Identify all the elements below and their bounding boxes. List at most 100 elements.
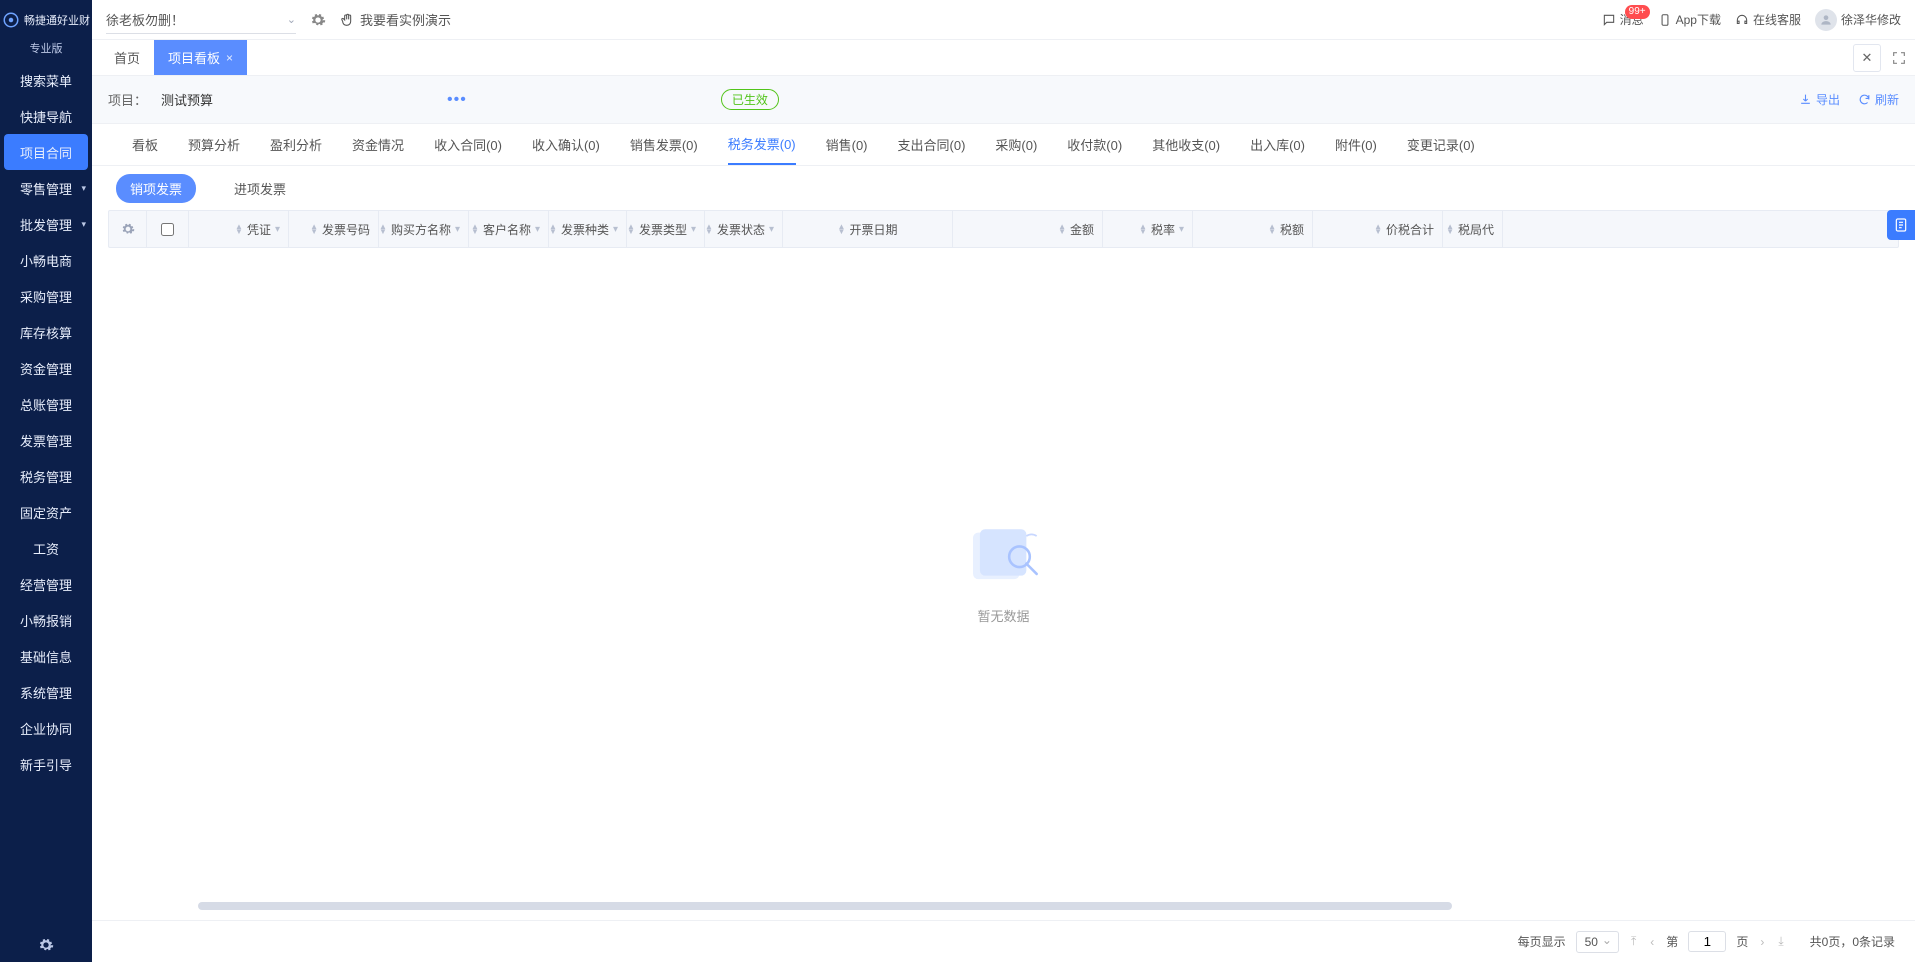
detail-tab-12[interactable]: 其他收支(0)	[1152, 125, 1220, 164]
user-menu[interactable]: 徐泽华修改	[1815, 9, 1901, 31]
fullscreen-button[interactable]	[1891, 50, 1907, 66]
sidebar-item-18[interactable]: 企业协同	[0, 710, 92, 746]
org-settings-button[interactable]	[310, 12, 326, 28]
detail-tab-5[interactable]: 收入确认(0)	[532, 125, 600, 164]
refresh-button[interactable]: 刷新	[1858, 91, 1899, 108]
sidebar-item-15[interactable]: 小畅报销	[0, 602, 92, 638]
select-all-checkbox[interactable]	[161, 223, 174, 236]
sub-tab-0[interactable]: 销项发票	[116, 174, 196, 203]
sidebar-item-6[interactable]: 采购管理	[0, 278, 92, 314]
app-download-button[interactable]: App下载	[1658, 11, 1721, 28]
column-header-5[interactable]: ▲▼发票类型▾	[627, 211, 705, 247]
page-input[interactable]	[1688, 931, 1726, 952]
column-header-0[interactable]: ▲▼凭证▾	[189, 211, 289, 247]
sort-icon[interactable]: ▲▼	[549, 224, 557, 234]
detail-tab-11[interactable]: 收付款(0)	[1067, 125, 1122, 164]
detail-tab-1[interactable]: 预算分析	[188, 125, 240, 164]
sidebar-item-16[interactable]: 基础信息	[0, 638, 92, 674]
sidebar-item-8[interactable]: 资金管理	[0, 350, 92, 386]
column-header-3[interactable]: ▲▼客户名称▾	[469, 211, 549, 247]
project-more-button[interactable]: •••	[227, 91, 707, 109]
filter-icon[interactable]: ▾	[1179, 224, 1184, 235]
workspace-tab-0[interactable]: 首页	[100, 40, 154, 75]
column-header-2[interactable]: ▲▼购买方名称▾	[379, 211, 469, 247]
last-page-button[interactable]: ⤓	[1776, 934, 1785, 949]
horizontal-scrollbar[interactable]	[108, 900, 1899, 912]
column-settings-button[interactable]	[109, 211, 147, 247]
detail-tab-14[interactable]: 附件(0)	[1335, 125, 1377, 164]
filter-icon[interactable]: ▾	[455, 224, 460, 235]
close-icon[interactable]: ×	[226, 51, 233, 65]
detail-tab-2[interactable]: 盈利分析	[270, 125, 322, 164]
messages-button[interactable]: 消息 99+	[1602, 11, 1644, 28]
detail-tab-3[interactable]: 资金情况	[352, 125, 404, 164]
close-all-tabs-button[interactable]: ✕	[1853, 44, 1881, 72]
filter-icon[interactable]: ▾	[691, 224, 696, 235]
detail-tab-4[interactable]: 收入合同(0)	[434, 125, 502, 164]
sidebar-settings-button[interactable]	[0, 928, 92, 962]
sort-icon[interactable]: ▲▼	[379, 224, 387, 234]
demo-link[interactable]: 我要看实例演示	[340, 10, 451, 29]
next-page-button[interactable]: ›	[1758, 935, 1766, 949]
export-button[interactable]: 导出	[1799, 91, 1840, 108]
detail-tab-13[interactable]: 出入库(0)	[1250, 125, 1305, 164]
first-page-button[interactable]: ⤒	[1629, 934, 1638, 949]
sidebar-item-3[interactable]: 零售管理▾	[0, 170, 92, 206]
column-header-8[interactable]: ▲▼金额	[953, 211, 1103, 247]
brand-logo[interactable]: 畅捷通好业财	[0, 0, 92, 40]
sort-icon[interactable]: ▲▼	[310, 224, 318, 234]
sort-icon[interactable]: ▲▼	[627, 224, 635, 234]
org-selector[interactable]: 徐老板勿删！ ⌄	[106, 6, 296, 34]
chevron-down-icon: ▾	[81, 183, 86, 194]
sub-tab-1[interactable]: 进项发票	[220, 174, 300, 203]
sidebar-item-19[interactable]: 新手引导	[0, 746, 92, 782]
sidebar-item-0[interactable]: 搜索菜单	[0, 62, 92, 98]
sidebar-item-10[interactable]: 发票管理	[0, 422, 92, 458]
detail-tab-7[interactable]: 税务发票(0)	[728, 124, 796, 165]
filter-icon[interactable]: ▾	[535, 224, 540, 235]
column-header-10[interactable]: ▲▼税额	[1193, 211, 1313, 247]
sort-icon[interactable]: ▲▼	[1058, 224, 1066, 234]
sort-icon[interactable]: ▲▼	[471, 224, 479, 234]
column-header-4[interactable]: ▲▼发票种类▾	[549, 211, 627, 247]
sort-icon[interactable]: ▲▼	[235, 224, 243, 234]
column-header-6[interactable]: ▲▼发票状态▾	[705, 211, 783, 247]
detail-tab-10[interactable]: 采购(0)	[995, 125, 1037, 164]
sidebar-item-17[interactable]: 系统管理	[0, 674, 92, 710]
sidebar-item-7[interactable]: 库存核算	[0, 314, 92, 350]
sidebar-item-2[interactable]: 项目合同	[4, 134, 88, 170]
sidebar-item-13[interactable]: 工资	[0, 530, 92, 566]
column-header-12[interactable]: ▲▼税局代	[1443, 211, 1503, 247]
sidebar-item-14[interactable]: 经营管理	[0, 566, 92, 602]
detail-tab-9[interactable]: 支出合同(0)	[898, 125, 966, 164]
sidebar-item-5[interactable]: 小畅电商	[0, 242, 92, 278]
scrollbar-thumb[interactable]	[198, 902, 1452, 910]
column-header-11[interactable]: ▲▼价税合计	[1313, 211, 1443, 247]
prev-page-button[interactable]: ‹	[1648, 935, 1656, 949]
filter-icon[interactable]: ▾	[769, 224, 774, 235]
sidebar-item-1[interactable]: 快捷导航	[0, 98, 92, 134]
detail-tab-0[interactable]: 看板	[132, 125, 158, 164]
detail-tab-15[interactable]: 变更记录(0)	[1407, 125, 1475, 164]
detail-tab-8[interactable]: 销售(0)	[826, 125, 868, 164]
sort-icon[interactable]: ▲▼	[1374, 224, 1382, 234]
sort-icon[interactable]: ▲▼	[1268, 224, 1276, 234]
sort-icon[interactable]: ▲▼	[705, 224, 713, 234]
column-header-9[interactable]: ▲▼税率▾	[1103, 211, 1193, 247]
sort-icon[interactable]: ▲▼	[1446, 224, 1454, 234]
filter-icon[interactable]: ▾	[613, 224, 618, 235]
side-float-button[interactable]	[1887, 210, 1915, 240]
sort-icon[interactable]: ▲▼	[838, 224, 846, 234]
per-page-select[interactable]: 50	[1576, 931, 1619, 953]
sidebar-item-12[interactable]: 固定资产	[0, 494, 92, 530]
workspace-tab-1[interactable]: 项目看板×	[154, 40, 247, 75]
sort-icon[interactable]: ▲▼	[1139, 224, 1147, 234]
sidebar-item-11[interactable]: 税务管理	[0, 458, 92, 494]
detail-tab-6[interactable]: 销售发票(0)	[630, 125, 698, 164]
column-header-1[interactable]: ▲▼发票号码	[289, 211, 379, 247]
column-header-7[interactable]: ▲▼开票日期	[783, 211, 953, 247]
support-button[interactable]: 在线客服	[1735, 11, 1801, 28]
sidebar-item-4[interactable]: 批发管理▾	[0, 206, 92, 242]
filter-icon[interactable]: ▾	[275, 224, 280, 235]
sidebar-item-9[interactable]: 总账管理	[0, 386, 92, 422]
